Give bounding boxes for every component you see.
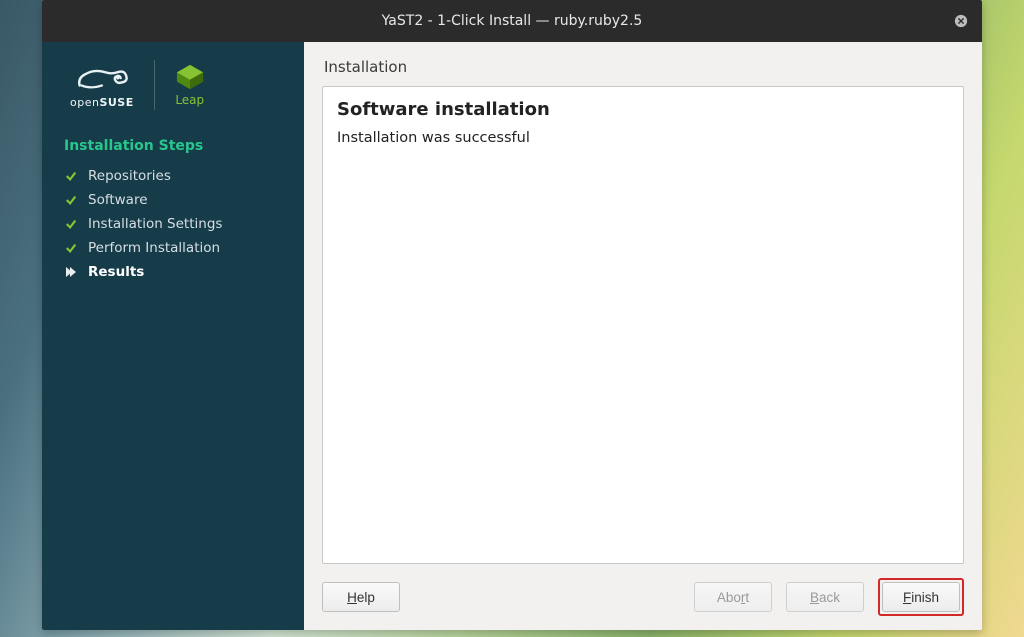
step-repositories: Repositories: [64, 164, 282, 188]
step-label: Results: [88, 264, 144, 280]
yast-window: YaST2 - 1-Click Install — ruby.ruby2.5 o…: [42, 0, 982, 630]
check-icon: [64, 242, 78, 254]
check-icon: [64, 194, 78, 206]
window-body: openSUSE Leap Installation Steps Reposit…: [42, 42, 982, 630]
sidebar: openSUSE Leap Installation Steps Reposit…: [42, 42, 304, 630]
content-body: Installation was successful: [337, 130, 949, 146]
opensuse-logo: openSUSE: [70, 61, 134, 109]
step-label: Software: [88, 192, 148, 208]
steps-heading: Installation Steps: [64, 138, 282, 154]
steps-list: Repositories Software Installation Setti…: [64, 164, 282, 284]
check-icon: [64, 218, 78, 230]
back-button[interactable]: Back: [786, 582, 864, 612]
content-box: Software installation Installation was s…: [322, 86, 964, 564]
finish-button[interactable]: Finish: [882, 582, 960, 612]
leap-logo: Leap: [175, 63, 205, 107]
leap-label: Leap: [175, 93, 204, 107]
main-panel: Installation Software installation Insta…: [304, 42, 982, 630]
finish-highlight: Finish: [878, 578, 964, 616]
chameleon-icon: [74, 61, 130, 95]
abort-button[interactable]: Abort: [694, 582, 772, 612]
step-label: Perform Installation: [88, 240, 220, 256]
close-icon[interactable]: [952, 12, 970, 30]
page-title: Installation: [324, 58, 964, 76]
leap-icon: [175, 63, 205, 91]
help-button[interactable]: Help: [322, 582, 400, 612]
window-title: YaST2 - 1-Click Install — ruby.ruby2.5: [382, 13, 643, 29]
brand-block: openSUSE Leap: [64, 60, 282, 110]
step-label: Installation Settings: [88, 216, 222, 232]
opensuse-label: openSUSE: [70, 96, 134, 109]
titlebar: YaST2 - 1-Click Install — ruby.ruby2.5: [42, 0, 982, 42]
step-software: Software: [64, 188, 282, 212]
step-perform-installation: Perform Installation: [64, 236, 282, 260]
step-label: Repositories: [88, 168, 171, 184]
brand-divider: [154, 60, 155, 110]
button-row: Help Abort Back Finish: [322, 578, 964, 616]
step-installation-settings: Installation Settings: [64, 212, 282, 236]
arrow-right-icon: [64, 267, 78, 277]
step-results: Results: [64, 260, 282, 284]
check-icon: [64, 170, 78, 182]
content-heading: Software installation: [337, 99, 949, 120]
